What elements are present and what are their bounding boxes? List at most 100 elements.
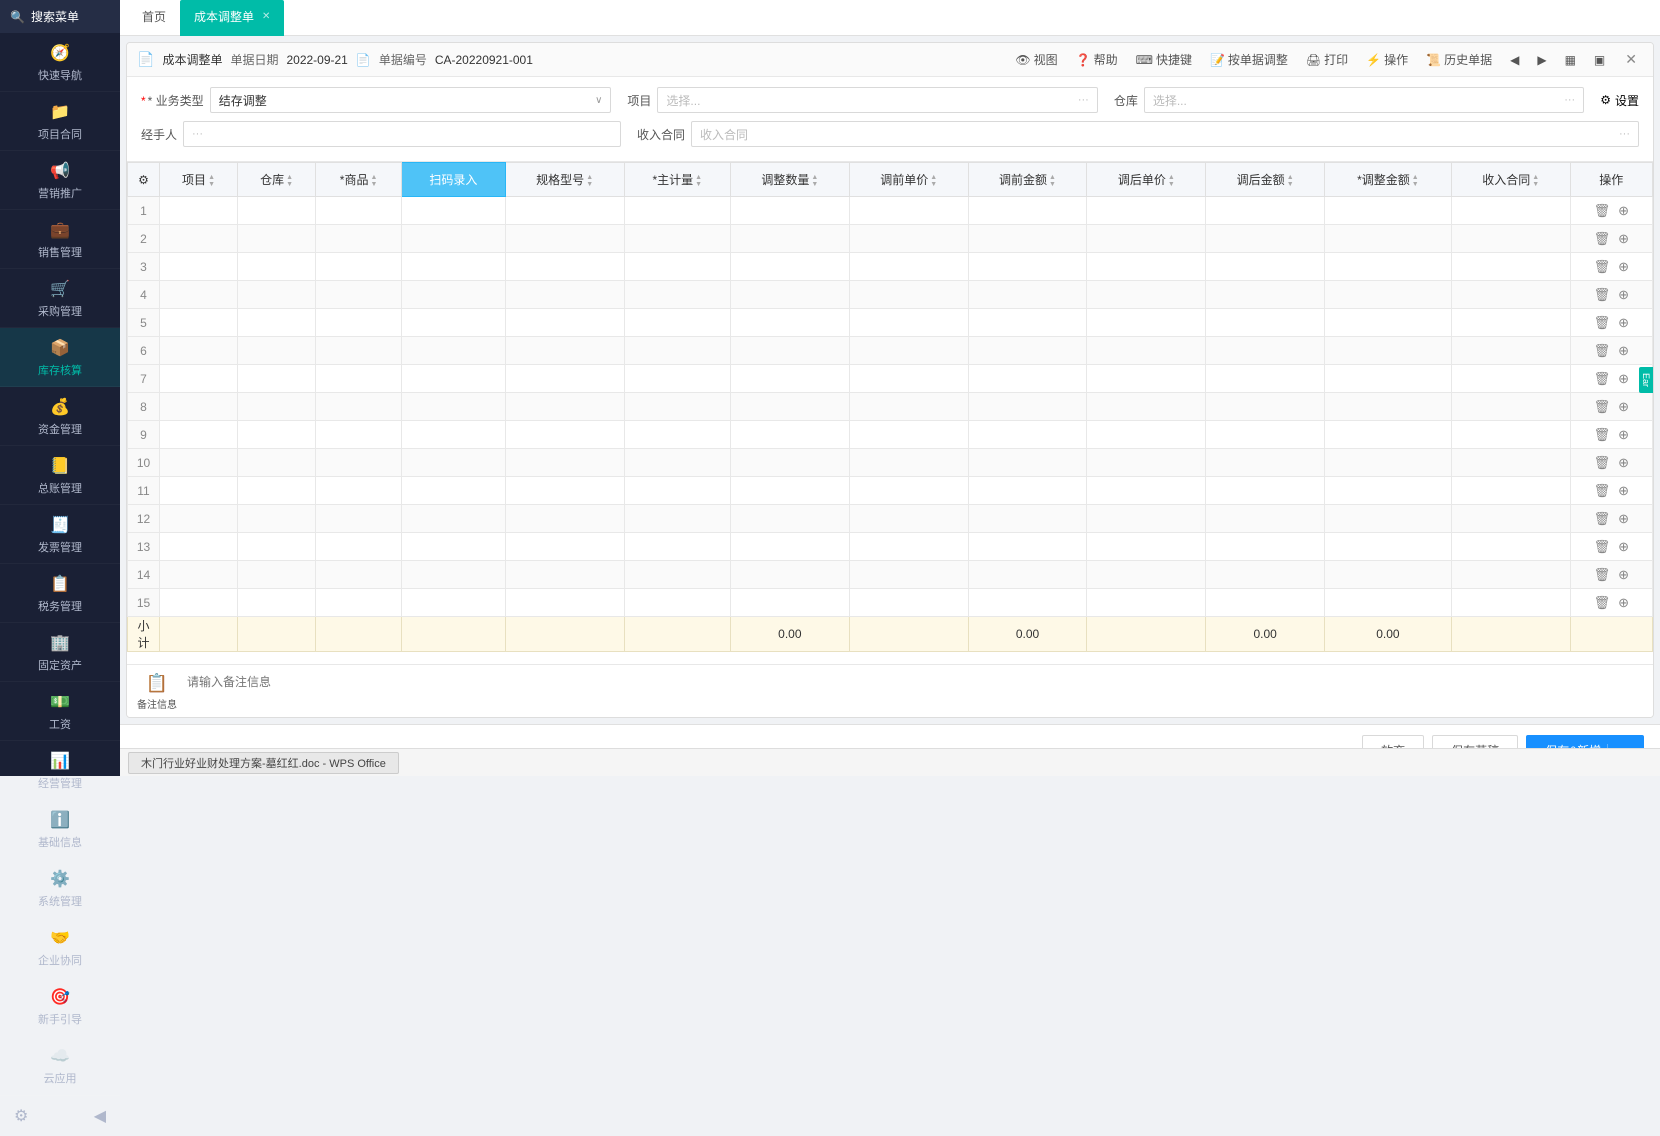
cell-before_amount[interactable] (968, 393, 1087, 421)
batch-edit-btn[interactable]: 📝 按单据调整 (1206, 49, 1292, 70)
cell-spec[interactable] (505, 505, 624, 533)
cell-unit[interactable] (624, 477, 730, 505)
cell-adj_amount[interactable] (1325, 253, 1452, 281)
cell-income_contract[interactable] (1451, 589, 1570, 617)
cell-adj_qty[interactable] (730, 253, 849, 281)
layout2-btn[interactable]: ▣ (1590, 51, 1609, 69)
cell-adj_qty[interactable] (730, 589, 849, 617)
cell-project[interactable] (160, 197, 238, 225)
cell-adj_qty[interactable] (730, 533, 849, 561)
cell-spec[interactable] (505, 449, 624, 477)
cell-before_price[interactable] (849, 365, 968, 393)
cell-after_price[interactable] (1087, 225, 1206, 253)
cell-scan[interactable] (402, 225, 506, 253)
cell-before_price[interactable] (849, 281, 968, 309)
sidebar-item-system[interactable]: ⚙️ 系统管理 (0, 859, 120, 918)
cell-income_contract[interactable] (1451, 281, 1570, 309)
copy-row-btn[interactable]: ⊕ (1616, 285, 1631, 305)
delete-row-btn[interactable]: 🗑 (1592, 369, 1613, 389)
cell-scan[interactable] (402, 253, 506, 281)
sort-product[interactable]: ▲▼ (370, 174, 377, 188)
cell-before_price[interactable] (849, 337, 968, 365)
sidebar-item-operations[interactable]: 📊 经营管理 (0, 741, 120, 800)
copy-row-btn[interactable]: ⊕ (1616, 593, 1631, 613)
cell-income_contract[interactable] (1451, 225, 1570, 253)
cell-spec[interactable] (505, 281, 624, 309)
cell-before_price[interactable] (849, 477, 968, 505)
cell-adj_qty[interactable] (730, 309, 849, 337)
cell-scan[interactable] (402, 533, 506, 561)
sidebar-item-inventory[interactable]: 📦 库存核算 (0, 328, 120, 387)
cell-after_price[interactable] (1087, 533, 1206, 561)
delete-row-btn[interactable]: 🗑 (1592, 285, 1613, 305)
toggle-sidebar-icon[interactable]: ◀ (94, 1106, 106, 1126)
history-btn[interactable]: 📜 历史单据 (1422, 49, 1496, 70)
cell-product[interactable] (316, 589, 402, 617)
col-header-action[interactable]: 操作 (1570, 163, 1652, 197)
cell-before_price[interactable] (849, 561, 968, 589)
cell-unit[interactable] (624, 365, 730, 393)
cell-warehouse[interactable] (238, 393, 316, 421)
sort-after_amount[interactable]: ▲▼ (1287, 174, 1294, 188)
delete-row-btn[interactable]: 🗑 (1592, 593, 1613, 613)
cell-scan[interactable] (402, 281, 506, 309)
sidebar-item-finance[interactable]: 💰 资金管理 (0, 387, 120, 446)
cell-after_amount[interactable] (1206, 505, 1325, 533)
cell-before_price[interactable] (849, 421, 968, 449)
sidebar-item-project-contract[interactable]: 📁 项目合同 (0, 92, 120, 151)
cell-adj_qty[interactable] (730, 365, 849, 393)
sidebar-item-basic-info[interactable]: ℹ️ 基础信息 (0, 800, 120, 859)
cell-product[interactable] (316, 477, 402, 505)
cell-warehouse[interactable] (238, 561, 316, 589)
cell-after_price[interactable] (1087, 253, 1206, 281)
cell-unit[interactable] (624, 393, 730, 421)
sort-before_price[interactable]: ▲▼ (930, 174, 937, 188)
cell-warehouse[interactable] (238, 309, 316, 337)
cell-adj_qty[interactable] (730, 393, 849, 421)
cell-after_amount[interactable] (1206, 533, 1325, 561)
copy-row-btn[interactable]: ⊕ (1616, 397, 1631, 417)
cell-before_amount[interactable] (968, 533, 1087, 561)
cell-before_price[interactable] (849, 253, 968, 281)
cell-after_price[interactable] (1087, 309, 1206, 337)
cell-after_amount[interactable] (1206, 393, 1325, 421)
copy-row-btn[interactable]: ⊕ (1616, 481, 1631, 501)
cell-warehouse[interactable] (238, 365, 316, 393)
cell-product[interactable] (316, 309, 402, 337)
warehouse-input[interactable]: 选择... ··· (1144, 87, 1584, 113)
cell-project[interactable] (160, 505, 238, 533)
cell-project[interactable] (160, 337, 238, 365)
cell-scan[interactable] (402, 309, 506, 337)
cell-spec[interactable] (505, 477, 624, 505)
action-btn[interactable]: ⚡ 操作 (1362, 49, 1412, 70)
cell-product[interactable] (316, 393, 402, 421)
sort-after_price[interactable]: ▲▼ (1168, 174, 1175, 188)
cell-scan[interactable] (402, 197, 506, 225)
cell-spec[interactable] (505, 253, 624, 281)
sidebar-item-cloud[interactable]: ☁️ 云应用 (0, 1036, 120, 1095)
cell-after_price[interactable] (1087, 281, 1206, 309)
cell-before_price[interactable] (849, 589, 968, 617)
cell-income_contract[interactable] (1451, 505, 1570, 533)
sidebar-item-marketing[interactable]: 📢 营销推广 (0, 151, 120, 210)
cell-adj_qty[interactable] (730, 449, 849, 477)
cell-spec[interactable] (505, 421, 624, 449)
cell-scan[interactable] (402, 365, 506, 393)
delete-row-btn[interactable]: 🗑 (1592, 229, 1613, 249)
cell-spec[interactable] (505, 337, 624, 365)
cell-income_contract[interactable] (1451, 253, 1570, 281)
cell-warehouse[interactable] (238, 533, 316, 561)
cell-before_price[interactable] (849, 393, 968, 421)
delete-row-btn[interactable]: 🗑 (1592, 453, 1613, 473)
delete-row-btn[interactable]: 🗑 (1592, 201, 1613, 221)
sidebar-item-purchase[interactable]: 🛒 采购管理 (0, 269, 120, 328)
cell-before_amount[interactable] (968, 365, 1087, 393)
cell-scan[interactable] (402, 505, 506, 533)
cell-before_amount[interactable] (968, 505, 1087, 533)
cell-before_price[interactable] (849, 225, 968, 253)
cell-project[interactable] (160, 533, 238, 561)
sidebar-item-assets[interactable]: 🏢 固定资产 (0, 623, 120, 682)
cell-product[interactable] (316, 337, 402, 365)
cell-adj_amount[interactable] (1325, 309, 1452, 337)
cell-adj_amount[interactable] (1325, 281, 1452, 309)
